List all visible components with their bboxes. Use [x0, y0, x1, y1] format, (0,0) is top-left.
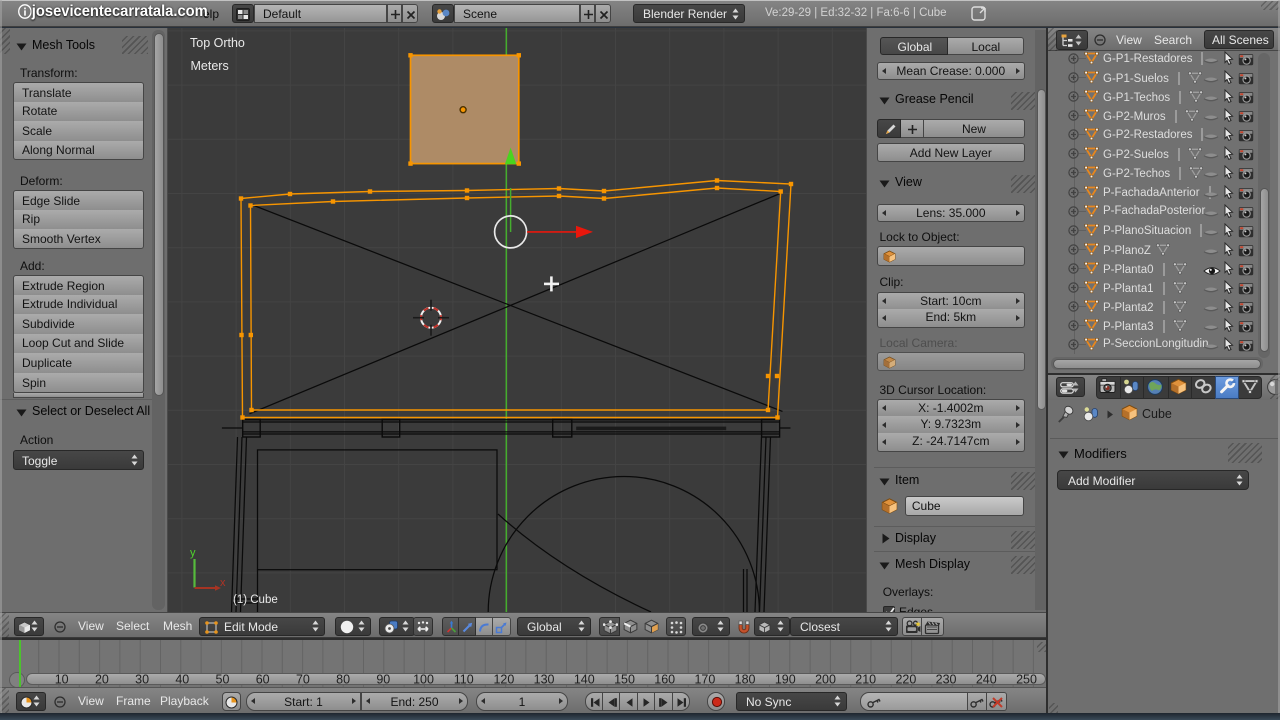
svg-text:Top Ortho: Top Ortho — [190, 36, 245, 50]
svg-text:120: 120 — [493, 673, 514, 687]
svg-text:Meters: Meters — [191, 59, 229, 73]
svg-text:20: 20 — [95, 673, 109, 687]
svg-text:110: 110 — [454, 673, 474, 687]
svg-text:y: y — [190, 547, 196, 559]
svg-text:190: 190 — [775, 673, 796, 687]
svg-text:220: 220 — [895, 673, 916, 687]
svg-text:90: 90 — [376, 673, 390, 687]
svg-text:150: 150 — [614, 673, 635, 687]
svg-text:50: 50 — [216, 673, 230, 687]
svg-text:30: 30 — [135, 673, 149, 687]
svg-text:80: 80 — [336, 673, 350, 687]
svg-text:230: 230 — [936, 673, 957, 687]
svg-text:240: 240 — [976, 673, 997, 687]
svg-text:250: 250 — [1016, 673, 1037, 687]
svg-text:100: 100 — [413, 673, 434, 687]
svg-text:210: 210 — [855, 673, 876, 687]
svg-text:70: 70 — [296, 673, 310, 687]
svg-text:140: 140 — [574, 673, 595, 687]
svg-text:10: 10 — [55, 673, 69, 687]
svg-text:40: 40 — [175, 673, 189, 687]
svg-text:60: 60 — [256, 673, 270, 687]
svg-text:170: 170 — [694, 673, 715, 687]
svg-text:200: 200 — [815, 673, 836, 687]
svg-text:180: 180 — [735, 673, 756, 687]
svg-text:x: x — [220, 577, 226, 589]
svg-text:130: 130 — [534, 673, 555, 687]
svg-text:160: 160 — [654, 673, 675, 687]
svg-text:(1) Cube: (1) Cube — [233, 594, 278, 606]
